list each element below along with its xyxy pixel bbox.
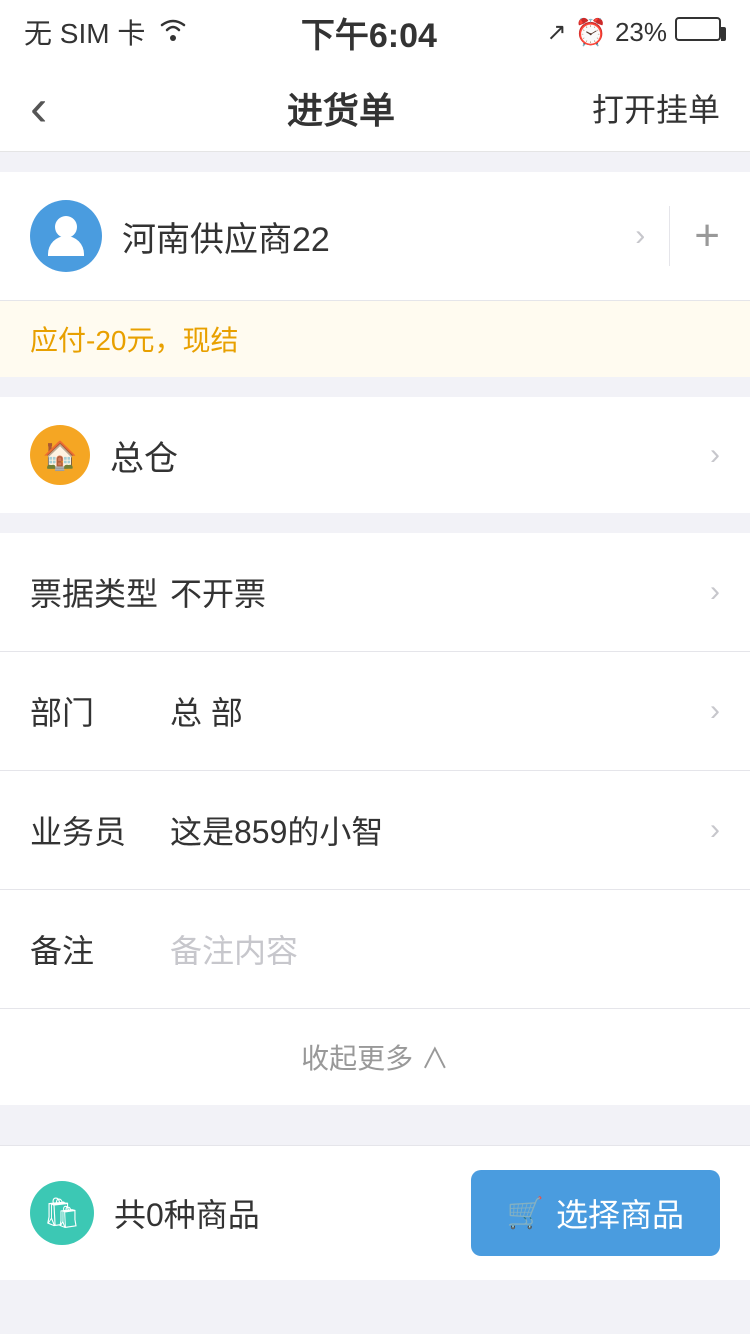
avatar-person-icon <box>46 216 86 256</box>
section-gap-2 <box>0 377 750 397</box>
supplier-card: 河南供应商22 › + 应付-20元，现结 <box>0 172 750 377</box>
nav-bar: ‹ 进货单 打开挂单 <box>0 64 750 152</box>
section-gap-4 <box>0 1105 750 1125</box>
warehouse-row[interactable]: 🏠 总仓 › <box>0 397 750 513</box>
product-count-label: 共0种商品 <box>114 1190 471 1236</box>
warehouse-building-icon: 🏠 <box>43 439 78 472</box>
warehouse-chevron-icon: › <box>710 438 720 472</box>
select-product-button[interactable]: 🛒 选择商品 <box>471 1170 720 1256</box>
remark-row[interactable]: 备注 备注内容 <box>0 890 750 1008</box>
bottom-bar: 🛍 共0种商品 🛒 选择商品 <box>0 1145 750 1280</box>
remark-input[interactable]: 备注内容 <box>170 926 720 972</box>
department-row[interactable]: 部门 总 部 › <box>0 652 750 771</box>
status-right: ↗ ⏰ 23% <box>546 17 726 48</box>
vertical-divider <box>669 206 670 266</box>
supplier-notice: 应付-20元，现结 <box>0 301 750 377</box>
department-chevron-icon: › <box>710 694 720 728</box>
add-supplier-button[interactable]: + <box>694 214 720 258</box>
product-icon: 🛍 <box>30 1181 94 1245</box>
supplier-avatar <box>30 200 102 272</box>
status-time: 下午6:04 <box>301 8 437 57</box>
supplier-chevron-icon: › <box>635 219 645 253</box>
salesperson-value: 这是859的小智 <box>170 807 710 853</box>
salesperson-chevron-icon: › <box>710 813 720 847</box>
collapse-label: 收起更多 ∧ <box>301 1037 449 1077</box>
carrier-text: 无 SIM 卡 <box>24 12 145 52</box>
warehouse-icon: 🏠 <box>30 425 90 485</box>
status-left: 无 SIM 卡 <box>24 12 191 52</box>
invoice-type-chevron-icon: › <box>710 575 720 609</box>
warehouse-card: 🏠 总仓 › <box>0 397 750 513</box>
battery-percent: 23% <box>615 17 667 48</box>
invoice-type-value: 不开票 <box>170 569 710 615</box>
alarm-icon: ⏰ <box>575 17 607 48</box>
invoice-type-label: 票据类型 <box>30 569 170 615</box>
salesperson-label: 业务员 <box>30 807 170 853</box>
page-title: 进货单 <box>287 82 395 134</box>
supplier-row[interactable]: 河南供应商22 › + <box>0 172 750 301</box>
select-product-label: 选择商品 <box>556 1190 684 1236</box>
supplier-name: 河南供应商22 <box>122 212 635 261</box>
collapse-row[interactable]: 收起更多 ∧ <box>0 1008 750 1105</box>
shopping-bag-icon: 🛍 <box>43 1196 81 1231</box>
wifi-icon <box>155 16 191 49</box>
select-product-icon: 🛒 <box>507 1196 544 1231</box>
section-gap-1 <box>0 152 750 172</box>
department-value: 总 部 <box>170 688 710 734</box>
warehouse-name: 总仓 <box>110 431 710 480</box>
salesperson-row[interactable]: 业务员 这是859的小智 › <box>0 771 750 890</box>
remark-label: 备注 <box>30 926 170 972</box>
invoice-type-row[interactable]: 票据类型 不开票 › <box>0 533 750 652</box>
department-label: 部门 <box>30 688 170 734</box>
battery-icon <box>675 17 726 48</box>
section-gap-3 <box>0 513 750 533</box>
back-button[interactable]: ‹ <box>30 78 90 138</box>
form-card: 票据类型 不开票 › 部门 总 部 › 业务员 这是859的小智 › 备注 备注… <box>0 533 750 1105</box>
open-pending-button[interactable]: 打开挂单 <box>592 85 720 131</box>
status-bar: 无 SIM 卡 下午6:04 ↗ ⏰ 23% <box>0 0 750 64</box>
location-icon: ↗ <box>546 18 566 47</box>
